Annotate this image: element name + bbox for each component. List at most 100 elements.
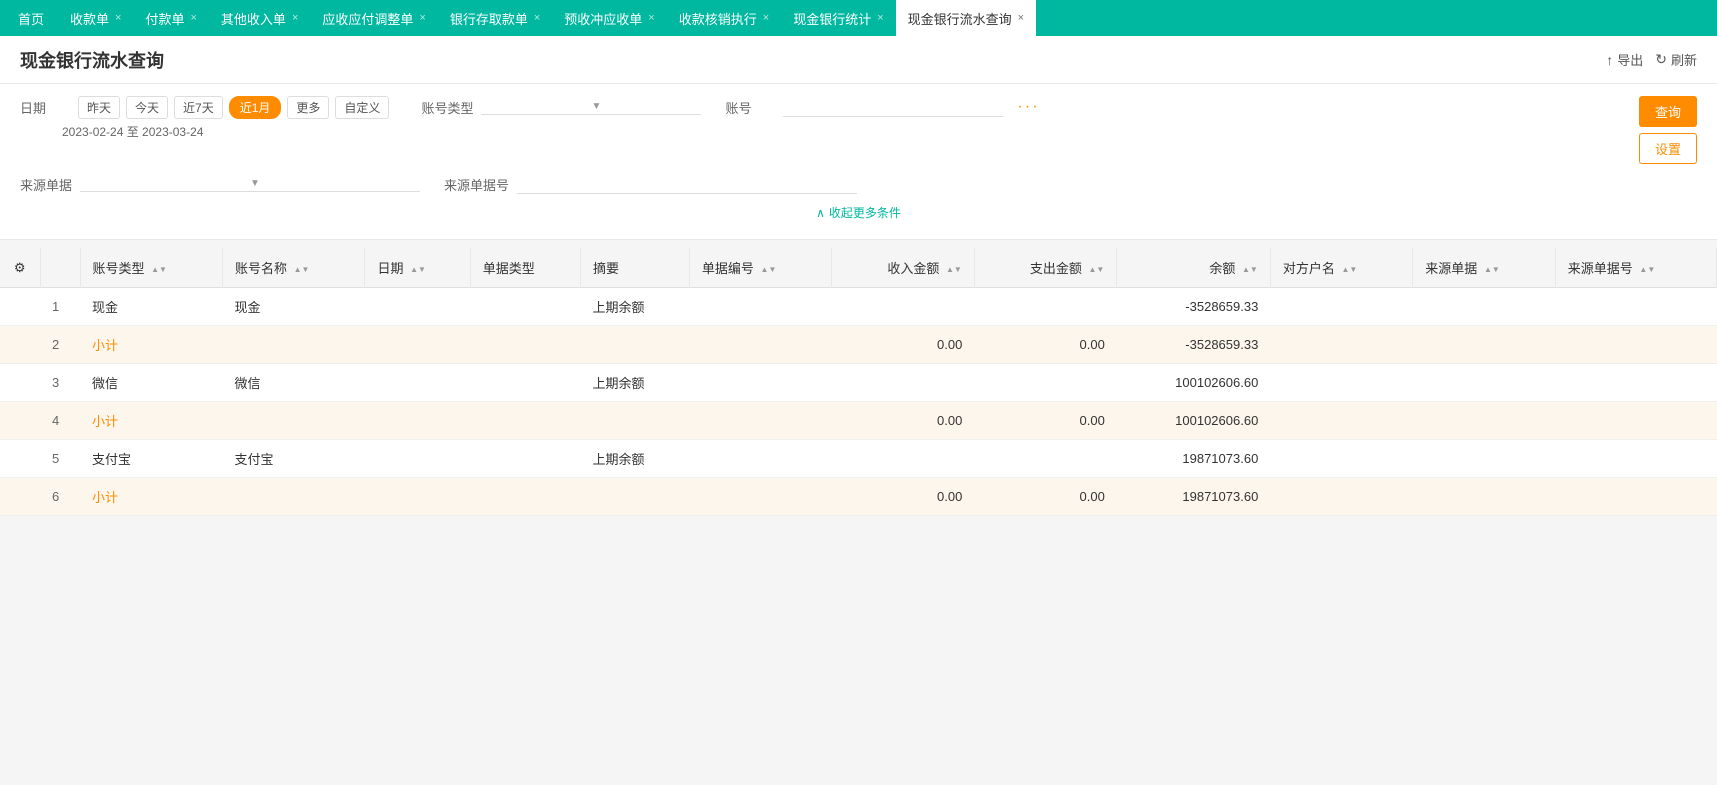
th-source-doc-no[interactable]: 来源单据号 ▲▼ bbox=[1555, 248, 1716, 288]
th-account-name[interactable]: 账号名称 ▲▼ bbox=[222, 248, 364, 288]
close-icon[interactable]: × bbox=[534, 12, 540, 24]
td-account-type: 小计 bbox=[80, 402, 222, 440]
td-expense bbox=[974, 440, 1116, 478]
td-doc-type bbox=[470, 478, 580, 516]
th-account-type[interactable]: 账号类型 ▲▼ bbox=[80, 248, 222, 288]
date-custom[interactable]: 自定义 bbox=[335, 96, 389, 119]
main-table: ⚙ 账号类型 ▲▼ 账号名称 ▲▼ 日期 ▲▼ 单据类型 摘要 单 bbox=[0, 248, 1717, 516]
date-yesterday[interactable]: 昨天 bbox=[78, 96, 120, 119]
td-account-name: 支付宝 bbox=[222, 440, 364, 478]
td-checkbox bbox=[0, 478, 40, 516]
export-button[interactable]: ↑ 导出 bbox=[1606, 50, 1643, 69]
source-doc-select[interactable]: ▼ bbox=[80, 176, 420, 192]
source-doc-no-input[interactable] bbox=[517, 174, 857, 194]
td-doc-no bbox=[689, 478, 831, 516]
collapse-bar[interactable]: ∧ 收起更多条件 bbox=[20, 198, 1697, 227]
nav-tab-liushui[interactable]: 现金银行流水查询 × bbox=[896, 0, 1036, 36]
settings-gear-icon[interactable]: ⚙ bbox=[14, 260, 26, 275]
td-checkbox bbox=[0, 288, 40, 326]
source-doc-no-text-input[interactable] bbox=[523, 176, 851, 191]
account-type-select[interactable]: ▼ bbox=[481, 99, 701, 115]
close-icon[interactable]: × bbox=[1018, 12, 1024, 24]
table-body: 1现金现金上期余额-3528659.332小计0.000.00-3528659.… bbox=[0, 288, 1717, 516]
td-checkbox bbox=[0, 326, 40, 364]
td-expense: 0.00 bbox=[974, 478, 1116, 516]
td-source-doc bbox=[1413, 288, 1555, 326]
td-checkbox bbox=[0, 440, 40, 478]
refresh-icon: ↻ bbox=[1655, 51, 1667, 68]
th-expense[interactable]: 支出金额 ▲▼ bbox=[974, 248, 1116, 288]
sort-icon: ▲▼ bbox=[1639, 266, 1655, 274]
td-income bbox=[832, 440, 974, 478]
date-more[interactable]: 更多 bbox=[287, 96, 329, 119]
date-1month[interactable]: 近1月 bbox=[229, 96, 282, 119]
nav-tab-fukuandan[interactable]: 付款单 × bbox=[133, 0, 208, 36]
th-date[interactable]: 日期 ▲▼ bbox=[365, 248, 470, 288]
table-row: 3微信微信上期余额100102606.60 bbox=[0, 364, 1717, 402]
account-text-input[interactable] bbox=[789, 99, 997, 114]
nav-tab-shoukuandan[interactable]: 收款单 × bbox=[58, 0, 133, 36]
td-income bbox=[832, 288, 974, 326]
td-balance: 19871073.60 bbox=[1117, 440, 1270, 478]
td-summary: 上期余额 bbox=[581, 364, 690, 402]
close-icon[interactable]: × bbox=[115, 12, 121, 24]
td-index: 6 bbox=[40, 478, 80, 516]
nav-tab-yingshouyingfu[interactable]: 应收应付调整单 × bbox=[310, 0, 437, 36]
td-date bbox=[365, 288, 470, 326]
th-balance[interactable]: 余额 ▲▼ bbox=[1117, 248, 1270, 288]
nav-tab-qitashouru[interactable]: 其他收入单 × bbox=[209, 0, 310, 36]
close-icon[interactable]: × bbox=[292, 12, 298, 24]
td-balance: 100102606.60 bbox=[1117, 364, 1270, 402]
account-dots-button[interactable]: ··· bbox=[1011, 96, 1045, 118]
td-index: 4 bbox=[40, 402, 80, 440]
th-settings[interactable]: ⚙ bbox=[0, 248, 40, 288]
query-button[interactable]: 查询 bbox=[1639, 96, 1697, 127]
td-doc-no bbox=[689, 364, 831, 402]
th-income[interactable]: 收入金额 ▲▼ bbox=[832, 248, 974, 288]
account-input[interactable] bbox=[783, 97, 1003, 117]
td-source-doc-no bbox=[1555, 288, 1716, 326]
refresh-button[interactable]: ↻ 刷新 bbox=[1655, 50, 1697, 69]
td-doc-type bbox=[470, 402, 580, 440]
td-checkbox bbox=[0, 364, 40, 402]
nav-tab-yushou[interactable]: 预收冲应收单 × bbox=[552, 0, 666, 36]
close-icon[interactable]: × bbox=[877, 12, 883, 24]
nav-tab-shoukuanxiaoxiao[interactable]: 收款核销执行 × bbox=[667, 0, 781, 36]
close-icon[interactable]: × bbox=[190, 12, 196, 24]
th-doc-no[interactable]: 单据编号 ▲▼ bbox=[689, 248, 831, 288]
source-doc-no-label: 来源单据号 bbox=[444, 175, 509, 194]
sort-icon: ▲▼ bbox=[410, 266, 426, 274]
source-doc-label: 来源单据 bbox=[20, 175, 72, 194]
td-source-doc-no bbox=[1555, 364, 1716, 402]
td-source-doc-no bbox=[1555, 402, 1716, 440]
td-account-name: 现金 bbox=[222, 288, 364, 326]
nav-tab-xianjinyinhang[interactable]: 现金银行统计 × bbox=[781, 0, 895, 36]
date-7days[interactable]: 近7天 bbox=[174, 96, 223, 119]
settings-button[interactable]: 设置 bbox=[1639, 133, 1697, 164]
td-income bbox=[832, 364, 974, 402]
td-account-type: 小计 bbox=[80, 326, 222, 364]
nav-tab-yinhangcunqu[interactable]: 银行存取款单 × bbox=[438, 0, 552, 36]
table-header-row: ⚙ 账号类型 ▲▼ 账号名称 ▲▼ 日期 ▲▼ 单据类型 摘要 单 bbox=[0, 248, 1717, 288]
td-index: 1 bbox=[40, 288, 80, 326]
close-icon[interactable]: × bbox=[648, 12, 654, 24]
date-today[interactable]: 今天 bbox=[126, 96, 168, 119]
nav-home[interactable]: 首页 bbox=[4, 0, 58, 36]
account-group: 账号 ··· bbox=[725, 96, 1045, 118]
export-icon: ↑ bbox=[1606, 52, 1613, 68]
sort-icon: ▲▼ bbox=[294, 266, 310, 274]
th-doc-type: 单据类型 bbox=[470, 248, 580, 288]
close-icon[interactable]: × bbox=[419, 12, 425, 24]
source-doc-group: 来源单据 ▼ bbox=[20, 175, 420, 194]
td-source-doc bbox=[1413, 440, 1555, 478]
th-source-doc[interactable]: 来源单据 ▲▼ bbox=[1413, 248, 1555, 288]
td-date bbox=[365, 478, 470, 516]
action-buttons: 查询 设置 bbox=[1639, 96, 1697, 164]
th-index bbox=[40, 248, 80, 288]
td-balance: -3528659.33 bbox=[1117, 288, 1270, 326]
dropdown-arrow-icon: ▼ bbox=[250, 178, 414, 189]
td-summary bbox=[581, 402, 690, 440]
th-counterpart[interactable]: 对方户名 ▲▼ bbox=[1270, 248, 1412, 288]
td-doc-type bbox=[470, 288, 580, 326]
close-icon[interactable]: × bbox=[763, 12, 769, 24]
